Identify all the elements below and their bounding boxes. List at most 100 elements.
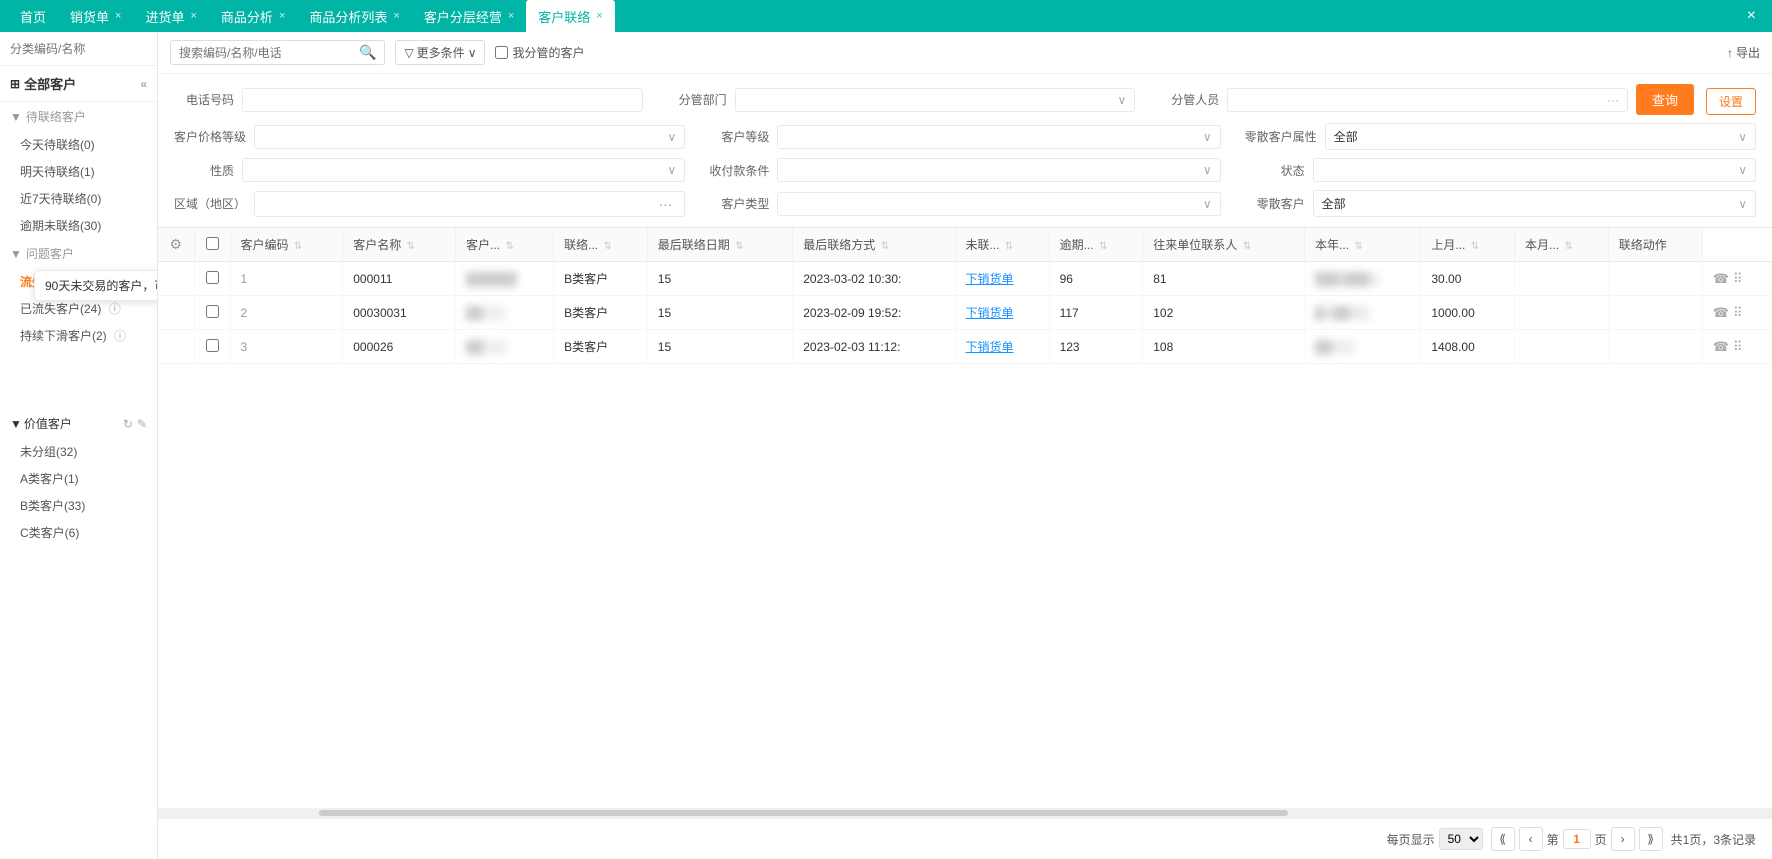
- customer-tier-select[interactable]: ∨: [777, 125, 1220, 149]
- sort-icon-overdue[interactable]: ⇅: [1099, 241, 1107, 252]
- filter-my-customers[interactable]: 我分管的客户: [495, 44, 584, 61]
- close-tab-salesorder[interactable]: ×: [115, 10, 121, 22]
- last-page-button[interactable]: ⟫: [1639, 827, 1663, 851]
- filter-icon: ▽: [404, 46, 413, 60]
- filter-more-conditions[interactable]: ▽ 更多条件 ∨: [395, 40, 485, 65]
- sidebar-item-declining[interactable]: 持续下滑客户(2) ⓘ: [0, 322, 157, 349]
- th-checkbox[interactable]: [194, 228, 230, 262]
- sidebar-all-customers[interactable]: ⊞ 全部客户 «: [0, 66, 157, 102]
- filter-search-button[interactable]: 🔍: [359, 44, 376, 61]
- export-button[interactable]: ↑ 导出: [1727, 44, 1760, 61]
- sort-icon-name[interactable]: ⇅: [407, 241, 415, 252]
- close-app-button[interactable]: ×: [1739, 7, 1764, 25]
- nav-tab-analysis-list[interactable]: 商品分析列表 ×: [297, 0, 411, 32]
- close-tab-analysis[interactable]: ×: [279, 10, 285, 22]
- sidebar-section-problem[interactable]: ▼ 问题客户: [0, 239, 157, 268]
- nav-tab-home[interactable]: 首页: [8, 0, 58, 32]
- sidebar-section-value[interactable]: ▼ 价值客户 ↻ ✎: [0, 409, 157, 438]
- refresh-icon[interactable]: ↻: [123, 417, 133, 431]
- retail-attr-select[interactable]: 全部 ∨: [1325, 123, 1756, 150]
- gear-icon[interactable]: ⚙: [169, 236, 182, 252]
- td-check-0[interactable]: [194, 262, 230, 296]
- nav-tab-customer-contact[interactable]: 客户联络 ×: [526, 0, 614, 32]
- sidebar-item-overdue[interactable]: 逾期未联络(30): [0, 212, 157, 239]
- row-checkbox-0[interactable]: [206, 271, 219, 284]
- settings-button[interactable]: 设置: [1706, 88, 1756, 115]
- sort-icon-uncontact[interactable]: ⇅: [1005, 241, 1013, 252]
- person-select[interactable]: ···: [1227, 88, 1628, 112]
- my-customers-checkbox[interactable]: [495, 46, 508, 59]
- close-tab-purchaseorder[interactable]: ×: [190, 10, 196, 22]
- page-number-input[interactable]: [1563, 829, 1591, 849]
- payment-select[interactable]: ∨: [777, 158, 1220, 182]
- sort-icon-code[interactable]: ⇅: [294, 241, 302, 252]
- prev-page-button[interactable]: ‹: [1519, 827, 1543, 851]
- th-name: 客户名称 ⇅: [343, 228, 456, 262]
- row-checkbox-1[interactable]: [206, 305, 219, 318]
- table-row: 1 000011 ██████ B类客户 15 2023-03-02 10:30…: [158, 262, 1772, 296]
- sidebar-item-tomorrow[interactable]: 明天待联络(1): [0, 158, 157, 185]
- nature-select[interactable]: ∨: [242, 158, 685, 182]
- td-last-way-2[interactable]: 下销货单: [955, 330, 1049, 364]
- more-action-icon-1[interactable]: ⠿: [1733, 305, 1743, 321]
- td-overdue-1: 102: [1143, 296, 1305, 330]
- close-tab-analysis-list[interactable]: ×: [393, 10, 399, 22]
- sort-icon-type[interactable]: ⇅: [505, 241, 513, 252]
- status-select[interactable]: ∨: [1313, 158, 1756, 182]
- more-action-icon-0[interactable]: ⠿: [1733, 271, 1743, 287]
- sidebar-item-today[interactable]: 今天待联络(0): [0, 131, 157, 158]
- nav-tab-customer-tier[interactable]: 客户分层经营 ×: [412, 0, 526, 32]
- filter-search-input[interactable]: [179, 46, 359, 60]
- sort-icon-last-month[interactable]: ⇅: [1471, 241, 1479, 252]
- td-last-date-1: 2023-02-09 19:52:: [793, 296, 955, 330]
- sidebar-item-class-a[interactable]: A类客户(1): [0, 465, 157, 492]
- price-tier-select[interactable]: ∨: [254, 125, 685, 149]
- next-page-button[interactable]: ›: [1611, 827, 1635, 851]
- collapse-icon: «: [140, 77, 147, 91]
- th-settings[interactable]: ⚙: [158, 228, 194, 262]
- td-last-way-1[interactable]: 下销货单: [955, 296, 1049, 330]
- close-tab-customer-tier[interactable]: ×: [508, 10, 514, 22]
- sort-icon-this-month[interactable]: ⇅: [1564, 241, 1572, 252]
- nav-tab-analysis[interactable]: 商品分析 ×: [209, 0, 297, 32]
- sort-icon-contact[interactable]: ⇅: [603, 241, 611, 252]
- sidebar-item-class-c[interactable]: C类客户(6): [0, 519, 157, 546]
- row-checkbox-2[interactable]: [206, 339, 219, 352]
- sidebar-item-7days[interactable]: 近7天待联络(0): [0, 185, 157, 212]
- filter-field-person: 分管人员 ···: [1159, 88, 1628, 112]
- contact-action-icon-0[interactable]: ☎: [1713, 271, 1729, 287]
- sort-icon-person[interactable]: ⇅: [1243, 241, 1251, 252]
- more-action-icon-2[interactable]: ⠿: [1733, 339, 1743, 355]
- sort-icon-way[interactable]: ⇅: [881, 241, 889, 252]
- td-check-1[interactable]: [194, 296, 230, 330]
- query-button[interactable]: 查询: [1636, 84, 1694, 115]
- horizontal-scrollbar[interactable]: [158, 808, 1772, 818]
- region-ellipsis[interactable]: ···: [654, 196, 676, 212]
- filter-search-box[interactable]: 🔍: [170, 40, 385, 65]
- td-check-2[interactable]: [194, 330, 230, 364]
- sidebar-section-pending[interactable]: ▼ 待联络客户: [0, 102, 157, 131]
- close-tab-customer-contact[interactable]: ×: [596, 10, 602, 22]
- region-input[interactable]: ···: [254, 191, 685, 217]
- select-all-checkbox[interactable]: [206, 237, 219, 250]
- sort-icon-this-year[interactable]: ⇅: [1354, 241, 1362, 252]
- contact-action-icon-1[interactable]: ☎: [1713, 305, 1729, 321]
- sort-icon-date[interactable]: ⇅: [735, 241, 743, 252]
- sidebar-item-class-b[interactable]: B类客户(33): [0, 492, 157, 519]
- per-page-select[interactable]: 50: [1439, 828, 1483, 850]
- nav-tab-purchaseorder[interactable]: 进货单 ×: [133, 0, 208, 32]
- sidebar-item-unclassified[interactable]: 未分组(32): [0, 438, 157, 465]
- td-settings-2: [158, 330, 194, 364]
- nav-tab-salesorder[interactable]: 销货单 ×: [58, 0, 133, 32]
- sidebar-search-input[interactable]: [10, 42, 158, 56]
- td-last-way-0[interactable]: 下销货单: [955, 262, 1049, 296]
- contact-action-icon-2[interactable]: ☎: [1713, 339, 1729, 355]
- edit-icon[interactable]: ✎: [137, 417, 147, 431]
- retail-customer-select[interactable]: 全部 ∨: [1313, 190, 1756, 217]
- phone-input[interactable]: [242, 88, 643, 112]
- chevron-down-icon: ∨: [468, 46, 477, 60]
- sidebar-search-box[interactable]: 🔍: [0, 32, 157, 66]
- customer-type-select[interactable]: ∨: [777, 192, 1220, 216]
- first-page-button[interactable]: ⟪: [1491, 827, 1515, 851]
- dept-select[interactable]: ∨: [735, 88, 1136, 112]
